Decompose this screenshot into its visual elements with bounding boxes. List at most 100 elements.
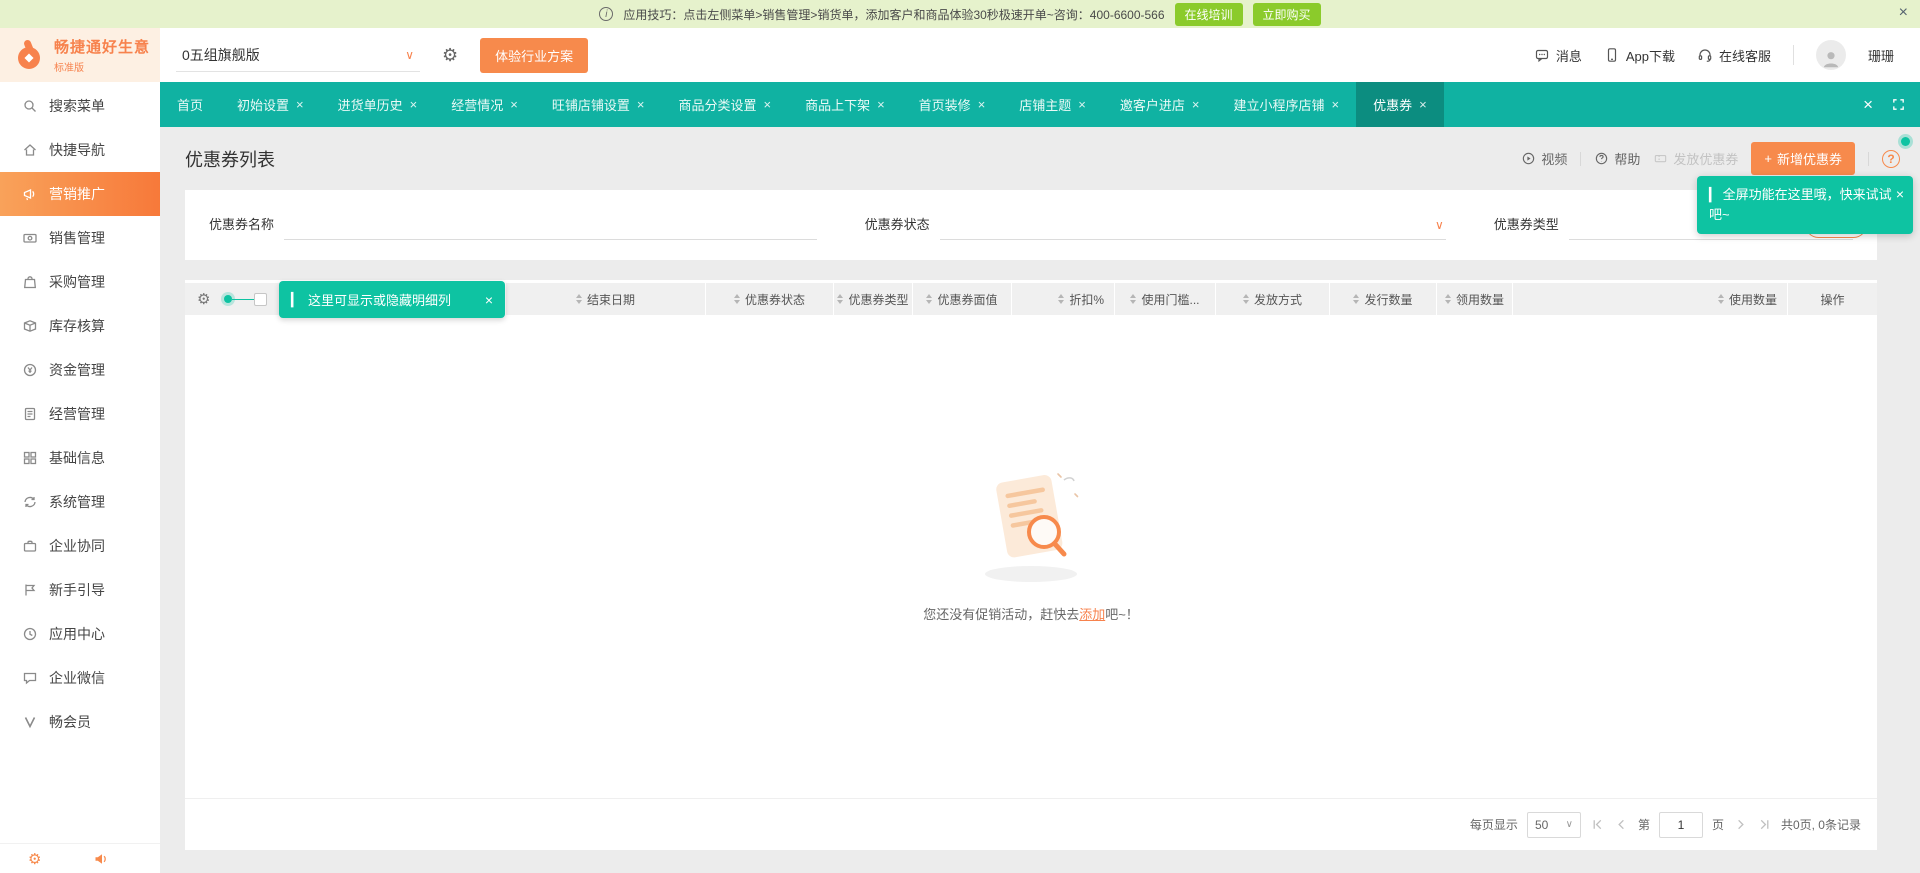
close-icon[interactable]: × (1332, 97, 1340, 112)
filter-card: 优惠券名称 优惠券状态 ∨ 优惠券类型 搜索 (185, 190, 1877, 260)
tooltip-close-icon[interactable]: × (485, 292, 493, 308)
close-icon[interactable]: × (1078, 97, 1086, 112)
banknote-icon (23, 233, 37, 243)
app-download-menu[interactable]: App下载 (1604, 46, 1675, 65)
select-all-checkbox[interactable] (254, 292, 268, 306)
tab-coupon[interactable]: 优惠券 × (1356, 82, 1444, 127)
add-promo-link[interactable]: 添加 (1079, 607, 1105, 622)
tab-purchase-history[interactable]: 进货单历史 × (321, 82, 435, 127)
next-page-button[interactable] (1733, 817, 1748, 832)
sidebar-item-operations[interactable]: 经营管理 (0, 392, 160, 436)
notice-text: 应用技巧：点击左侧菜单>销售管理>销货单，添加客户和商品体验30秒极速开单~咨询… (623, 7, 1165, 22)
notice-close-icon[interactable]: × (1899, 4, 1908, 22)
trial-industry-plan-button[interactable]: 体验行业方案 (480, 37, 589, 73)
sidebar-item-procurement[interactable]: 采购管理 (0, 260, 160, 304)
sidebar-item-beginner-guide[interactable]: 新手引导 (0, 568, 160, 612)
toolbar-divider (1868, 151, 1869, 166)
sidebar-item-app-center[interactable]: 应用中心 (0, 612, 160, 656)
sort-icon[interactable] (1444, 294, 1451, 304)
person-icon (1823, 52, 1839, 68)
close-icon[interactable]: × (763, 97, 771, 112)
sidebar-item-collaboration[interactable]: 企业协同 (0, 524, 160, 568)
tab-initial-setup[interactable]: 初始设置 × (220, 82, 321, 127)
sidebar-item-wechat[interactable]: 企业微信 (0, 656, 160, 700)
fullscreen-icon[interactable] (1891, 97, 1906, 112)
tab-home-decoration[interactable]: 首页装修 × (902, 82, 1003, 127)
tooltip-close-icon[interactable]: × (1896, 184, 1904, 206)
help-button[interactable]: 帮助 (1594, 149, 1640, 168)
tab-category-settings[interactable]: 商品分类设置 × (661, 82, 788, 127)
sidebar-item-funds[interactable]: 资金管理 (0, 348, 160, 392)
col-usage-threshold[interactable]: 使用门槛... (1114, 283, 1215, 315)
close-icon[interactable]: × (978, 97, 986, 112)
close-icon[interactable]: × (1192, 97, 1200, 112)
tab-product-listing[interactable]: 商品上下架 × (788, 82, 902, 127)
prev-page-button[interactable] (1614, 817, 1629, 832)
avatar[interactable] (1815, 40, 1846, 70)
sort-icon[interactable] (575, 294, 582, 304)
close-all-tabs-icon[interactable]: × (1863, 95, 1873, 115)
close-icon[interactable]: × (877, 97, 885, 112)
sidebar-item-marketing[interactable]: 营销推广 (0, 172, 160, 216)
col-end-date[interactable]: 结束日期 (505, 283, 705, 315)
tab-shop-settings[interactable]: 旺铺店铺设置 × (535, 82, 662, 127)
close-icon[interactable]: × (637, 97, 645, 112)
coupon-status-value[interactable] (939, 210, 1446, 240)
close-icon[interactable]: × (410, 97, 418, 112)
messages-menu[interactable]: 消息 (1534, 46, 1582, 65)
page-number-input[interactable] (1658, 811, 1703, 838)
tab-shop-theme[interactable]: 店铺主题 × (1002, 82, 1103, 127)
column-config-gear-icon[interactable]: ⚙ (197, 290, 210, 308)
announcement-horn-icon[interactable] (93, 851, 109, 867)
page-help-icon[interactable]: ? (1882, 149, 1900, 168)
col-issue-count[interactable]: 发行数量 (1329, 283, 1436, 315)
coupon-status-select[interactable]: ∨ (939, 210, 1446, 240)
sidebar-item-member[interactable]: 畅会员 (0, 700, 160, 744)
tab-mini-program-shop[interactable]: 建立小程序店铺 × (1217, 82, 1357, 127)
sort-icon[interactable] (1242, 294, 1249, 304)
tab-business-status[interactable]: 经营情况 × (434, 82, 535, 127)
sort-icon[interactable] (837, 294, 844, 304)
grant-coupon-button[interactable]: 发放优惠券 (1653, 149, 1738, 168)
close-icon[interactable]: × (296, 97, 304, 112)
tab-invite-customers[interactable]: 邀客户进店 × (1103, 82, 1217, 127)
sort-icon[interactable] (1058, 294, 1065, 304)
sort-icon[interactable] (1353, 294, 1360, 304)
buy-now-button[interactable]: 立即购买 (1252, 2, 1321, 26)
sidebar-item-system[interactable]: 系统管理 (0, 480, 160, 524)
sidebar-item-sales[interactable]: 销售管理 (0, 216, 160, 260)
add-coupon-button[interactable]: + 新增优惠券 (1751, 142, 1855, 175)
online-training-button[interactable]: 在线培训 (1174, 2, 1243, 26)
sort-icon[interactable] (1717, 294, 1724, 304)
online-support-menu[interactable]: 在线客服 (1697, 46, 1771, 65)
shopping-bag-icon (23, 276, 37, 289)
video-button[interactable]: 视频 (1521, 149, 1567, 168)
sort-icon[interactable] (733, 294, 740, 304)
sort-icon[interactable] (926, 294, 933, 304)
last-page-button[interactable] (1757, 817, 1772, 832)
col-coupon-value[interactable]: 优惠券面值 (912, 283, 1011, 315)
username[interactable]: 珊珊 (1868, 46, 1894, 65)
col-claim-count[interactable]: 领用数量 (1436, 283, 1512, 315)
header-gear-icon[interactable]: ⚙ (442, 45, 458, 66)
sort-icon[interactable] (1130, 294, 1137, 304)
per-page-select[interactable]: 50 ∨ (1526, 811, 1581, 838)
sidebar-item-quick-nav[interactable]: 快捷导航 (0, 128, 160, 172)
sidebar-item-basic-info[interactable]: 基础信息 (0, 436, 160, 480)
sidebar-item-search-menu[interactable]: 搜索菜单 (0, 84, 160, 128)
sidebar-item-inventory[interactable]: 库存核算 (0, 304, 160, 348)
org-select[interactable]: 0五组旗舰版 ∨ (176, 38, 420, 72)
first-page-button[interactable] (1590, 817, 1605, 832)
close-icon[interactable]: × (510, 97, 518, 112)
col-discount[interactable]: 折扣% (1011, 283, 1114, 315)
col-distribution-method[interactable]: 发放方式 (1215, 283, 1329, 315)
close-icon[interactable]: × (1419, 97, 1427, 112)
settings-gear-icon[interactable]: ⚙ (28, 850, 41, 868)
tip-bar-icon: ▎ (291, 291, 301, 307)
col-coupon-status[interactable]: 优惠券状态 (705, 283, 833, 315)
col-usage-count[interactable]: 使用数量 (1512, 283, 1787, 315)
col-coupon-type[interactable]: 优惠券类型 (833, 283, 912, 315)
coupon-name-input[interactable] (284, 210, 817, 240)
tab-home[interactable]: 首页 (160, 82, 220, 127)
columns-tooltip: ▎ 这里可显示或隐藏明细列 × (279, 281, 505, 318)
